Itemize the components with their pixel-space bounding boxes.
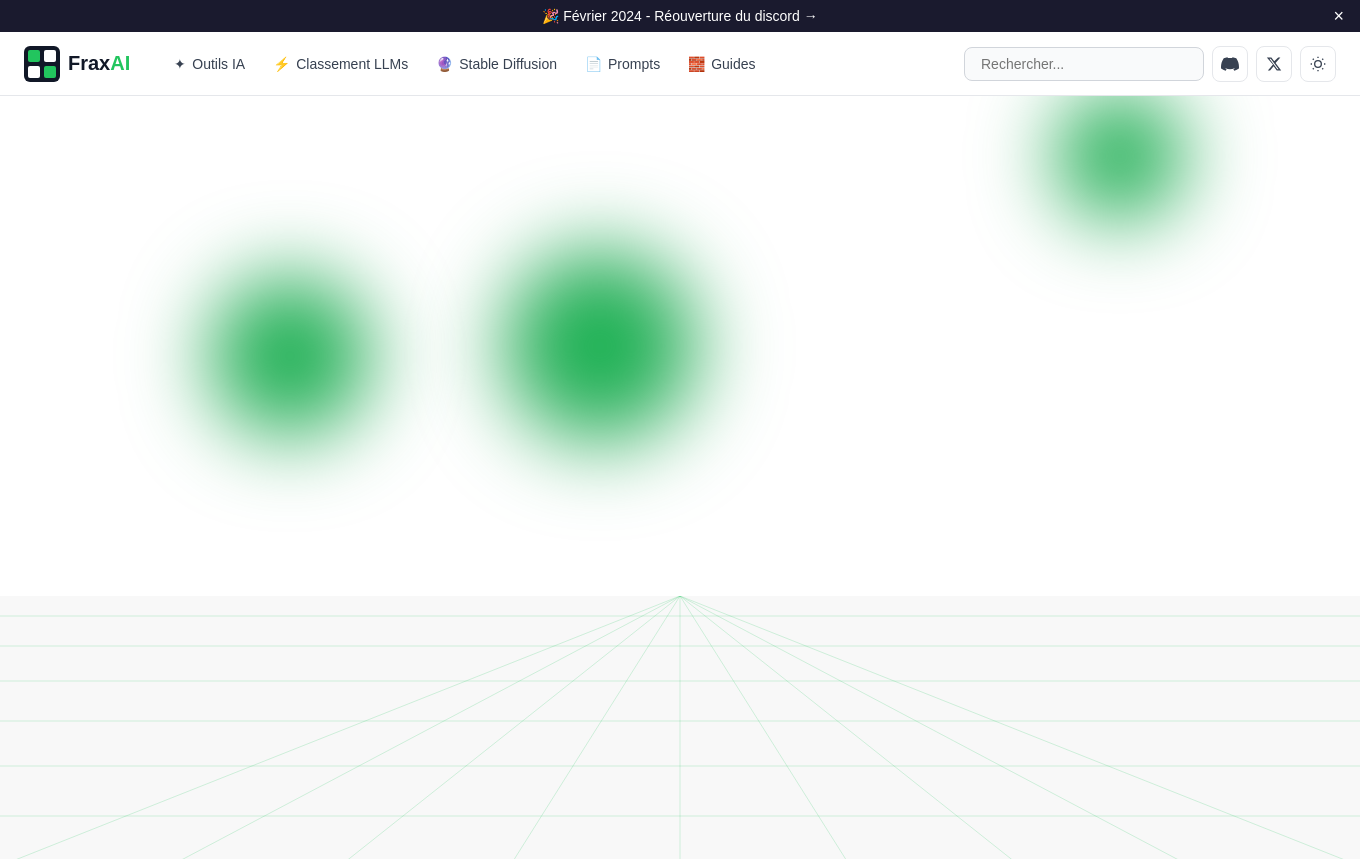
perspective-grid: .grid-line { stroke: #22c55e; stroke-wid…	[0, 596, 1360, 859]
guides-icon: 🧱	[688, 56, 705, 72]
nav-link-prompts[interactable]: 📄 Prompts	[573, 48, 672, 80]
svg-line-23	[340, 596, 680, 859]
svg-line-28	[680, 596, 1190, 859]
logo-text: FraxAI	[68, 52, 130, 75]
hero-section	[0, 96, 1360, 596]
nav-link-classement-llms[interactable]: ⚡ Classement LLMs	[261, 48, 420, 80]
nav-link-outils-ia-label: Outils IA	[192, 56, 245, 72]
green-blob-top-right	[1040, 96, 1200, 236]
svg-line-21	[0, 596, 680, 859]
svg-line-29	[680, 596, 1360, 859]
nav-right	[964, 46, 1336, 82]
nav-link-stable-diffusion[interactable]: 🔮 Stable Diffusion	[424, 48, 569, 80]
nav-link-outils-ia[interactable]: ✦ Outils IA	[162, 48, 257, 80]
nav-link-guides[interactable]: 🧱 Guides	[676, 48, 767, 80]
outils-ia-icon: ✦	[174, 56, 186, 72]
logo[interactable]: FraxAI	[24, 46, 130, 82]
svg-point-5	[1315, 60, 1322, 67]
logo-icon	[24, 46, 60, 82]
svg-line-24	[510, 596, 680, 859]
svg-line-12	[1313, 68, 1314, 69]
theme-toggle-button[interactable]	[1300, 46, 1336, 82]
svg-line-22	[170, 596, 680, 859]
svg-rect-3	[44, 50, 56, 62]
nav-link-stable-diffusion-label: Stable Diffusion	[459, 56, 557, 72]
svg-rect-4	[44, 66, 56, 78]
announcement-text: 🎉 Février 2024 - Réouverture du discord …	[542, 8, 817, 24]
navbar: FraxAI ✦ Outils IA ⚡ Classement LLMs 🔮 S…	[0, 32, 1360, 96]
prompts-icon: 📄	[585, 56, 602, 72]
svg-line-27	[680, 596, 1020, 859]
svg-rect-1	[28, 50, 40, 62]
nav-link-classement-llms-label: Classement LLMs	[296, 56, 408, 72]
discord-icon	[1221, 55, 1239, 73]
svg-line-26	[680, 596, 850, 859]
twitter-button[interactable]	[1256, 46, 1292, 82]
announcement-bar: 🎉 Février 2024 - Réouverture du discord …	[0, 0, 1360, 32]
stable-diffusion-icon: 🔮	[436, 56, 453, 72]
twitter-icon	[1266, 56, 1282, 72]
green-blob-left	[190, 256, 390, 456]
classement-llms-icon: ⚡	[273, 56, 290, 72]
svg-rect-2	[28, 66, 40, 78]
svg-line-13	[1322, 58, 1323, 59]
nav-link-prompts-label: Prompts	[608, 56, 660, 72]
announcement-close-button[interactable]: ×	[1333, 7, 1344, 25]
nav-link-guides-label: Guides	[711, 56, 755, 72]
search-input[interactable]	[964, 47, 1204, 81]
svg-line-9	[1322, 68, 1323, 69]
theme-toggle-icon	[1310, 56, 1326, 72]
discord-button[interactable]	[1212, 46, 1248, 82]
nav-links: ✦ Outils IA ⚡ Classement LLMs 🔮 Stable D…	[162, 48, 964, 80]
grid-floor-section: .grid-line { stroke: #22c55e; stroke-wid…	[0, 596, 1360, 859]
svg-line-8	[1313, 58, 1314, 59]
green-blob-center	[480, 226, 720, 466]
